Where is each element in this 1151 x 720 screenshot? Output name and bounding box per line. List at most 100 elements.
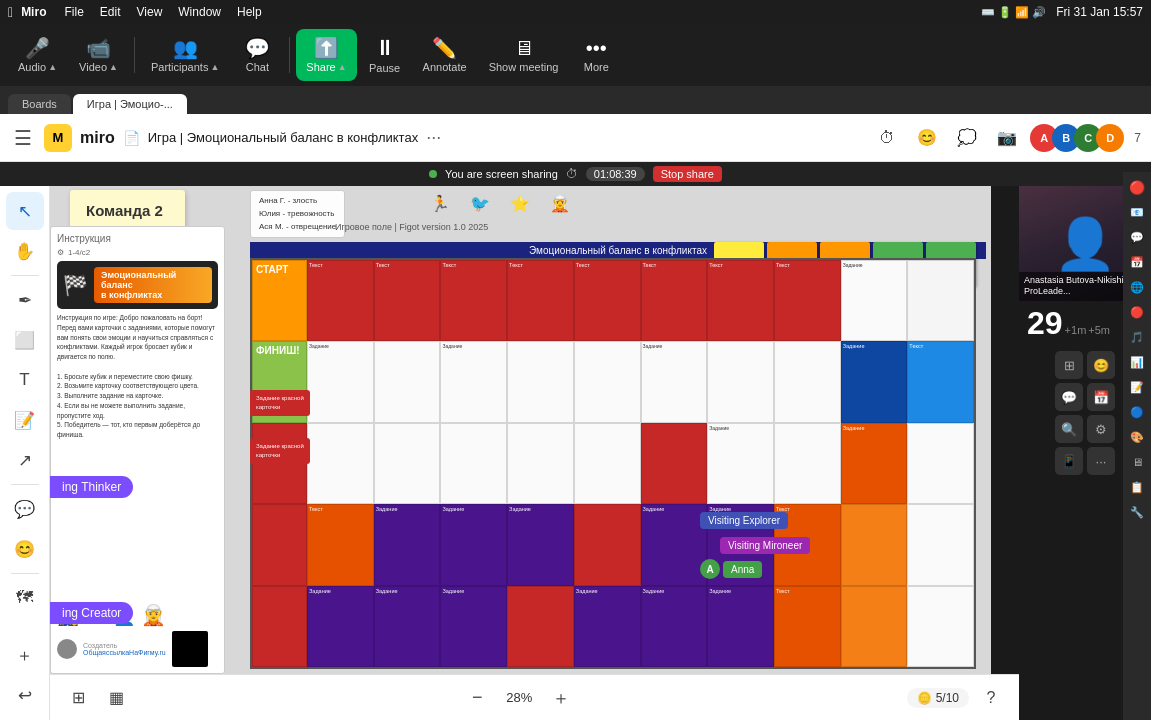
- zoom-out-button[interactable]: −: [461, 682, 493, 714]
- cell-r4-2[interactable]: Задание: [374, 504, 441, 585]
- cell-r1-3[interactable]: Текст: [440, 260, 507, 341]
- cell-r5-3[interactable]: Задание: [440, 586, 507, 667]
- cell-r1-10[interactable]: [907, 260, 974, 341]
- panel-icon-more[interactable]: ···: [1087, 447, 1115, 475]
- red-box-2[interactable]: Задание красной карточки: [250, 438, 310, 464]
- cell-r5-9[interactable]: [841, 586, 908, 667]
- panel-icon-calendar[interactable]: 📅: [1087, 383, 1115, 411]
- edge-app-12[interactable]: 🖥: [1126, 451, 1148, 473]
- cell-r4-10[interactable]: [907, 504, 974, 585]
- cursor-tool[interactable]: ↖: [6, 192, 44, 230]
- cell-r5-1[interactable]: Задание: [307, 586, 374, 667]
- connector-tool[interactable]: ↗: [6, 441, 44, 479]
- edge-app-6[interactable]: 🔴: [1126, 301, 1148, 323]
- cell-r5-10[interactable]: [907, 586, 974, 667]
- zoom-in-button[interactable]: ＋: [545, 682, 577, 714]
- cell-r5-0[interactable]: [252, 586, 307, 667]
- main-canvas[interactable]: ing Thinker ing Creator Команда 2 Инстру…: [50, 186, 991, 674]
- share-button[interactable]: ⬆️ Share ▲: [296, 29, 356, 81]
- pause-button[interactable]: ⏸ Pause: [359, 29, 411, 81]
- cell-r3-10[interactable]: [907, 423, 974, 504]
- app-name[interactable]: Miro: [21, 5, 46, 19]
- cell-r4-4[interactable]: Задание: [507, 504, 574, 585]
- edge-app-1[interactable]: 🔴: [1126, 176, 1148, 198]
- cell-r1-7[interactable]: Текст: [707, 260, 774, 341]
- cell-r5-6[interactable]: Задание: [641, 586, 708, 667]
- panel-icon-settings[interactable]: ⚙: [1087, 415, 1115, 443]
- cell-r3-4[interactable]: [507, 423, 574, 504]
- instruction-url[interactable]: ОбщаяссылкаНаФигму.ru: [83, 649, 166, 656]
- frame-tool[interactable]: ▦: [100, 682, 132, 714]
- game-board[interactable]: СТАРТ Текст Текст Текст Текст Текст Текс…: [250, 258, 976, 669]
- help-button[interactable]: ?: [975, 682, 1007, 714]
- cell-r4-5[interactable]: [574, 504, 641, 585]
- cell-r3-9[interactable]: Задание: [841, 423, 908, 504]
- cell-r3-6[interactable]: [641, 423, 708, 504]
- cell-r1-5[interactable]: Текст: [574, 260, 641, 341]
- annotate-button[interactable]: ✏️ Annotate: [413, 29, 477, 81]
- coins-badge[interactable]: 🪙 5/10: [907, 688, 969, 708]
- team-2-note[interactable]: Команда 2: [70, 190, 185, 231]
- cell-r1-4[interactable]: Текст: [507, 260, 574, 341]
- tab-boards[interactable]: Boards: [8, 94, 71, 114]
- cell-r3-7[interactable]: Задание: [707, 423, 774, 504]
- cell-r2-3[interactable]: Задание: [440, 341, 507, 422]
- panel-icon-emoji[interactable]: 😊: [1087, 351, 1115, 379]
- cell-r4-6[interactable]: Задание: [641, 504, 708, 585]
- panel-icon-apps[interactable]: 📱: [1055, 447, 1083, 475]
- cell-r3-5[interactable]: [574, 423, 641, 504]
- hamburger-icon[interactable]: ☰: [10, 122, 36, 154]
- cell-r5-5[interactable]: Задание: [574, 586, 641, 667]
- chat-button[interactable]: 💬 Chat: [231, 29, 283, 81]
- menu-edit[interactable]: Edit: [94, 5, 127, 19]
- undo-icon[interactable]: ↩: [6, 676, 44, 714]
- cell-r1-6[interactable]: Текст: [641, 260, 708, 341]
- edge-app-11[interactable]: 🎨: [1126, 426, 1148, 448]
- sticky-tool[interactable]: 📝: [6, 401, 44, 439]
- cell-r4-0[interactable]: [252, 504, 307, 585]
- menu-window[interactable]: Window: [172, 5, 227, 19]
- edge-app-10[interactable]: 🔵: [1126, 401, 1148, 423]
- menu-view[interactable]: View: [131, 5, 169, 19]
- align-tool[interactable]: ⊞: [62, 682, 94, 714]
- comment-icon-btn[interactable]: 💭: [950, 121, 984, 155]
- menu-help[interactable]: Help: [231, 5, 268, 19]
- add-tool[interactable]: ＋: [6, 636, 44, 674]
- edge-app-13[interactable]: 📋: [1126, 476, 1148, 498]
- audio-button[interactable]: 🎤 Audio ▲: [8, 29, 67, 81]
- edge-app-14[interactable]: 🔧: [1126, 501, 1148, 523]
- cell-r2-10[interactable]: Текст: [907, 341, 974, 422]
- video-button[interactable]: 📹 Video ▲: [69, 29, 128, 81]
- more-button[interactable]: ••• More: [570, 29, 622, 81]
- edge-app-8[interactable]: 📊: [1126, 351, 1148, 373]
- cell-r5-4[interactable]: [507, 586, 574, 667]
- edge-app-3[interactable]: 💬: [1126, 226, 1148, 248]
- reaction-tool[interactable]: 😊: [6, 530, 44, 568]
- cell-r2-8[interactable]: [774, 341, 841, 422]
- cell-r4-1[interactable]: Текст: [307, 504, 374, 585]
- cell-r2-7[interactable]: [707, 341, 774, 422]
- cell-r5-2[interactable]: Задание: [374, 586, 441, 667]
- red-box-1[interactable]: Задание красной карточки: [250, 390, 310, 416]
- cell-r5-8[interactable]: Текст: [774, 586, 841, 667]
- cell-r1-9[interactable]: Задание: [841, 260, 908, 341]
- shapes-tool[interactable]: ⬜: [6, 321, 44, 359]
- cell-r3-2[interactable]: [374, 423, 441, 504]
- panel-icon-zoom[interactable]: 🔍: [1055, 415, 1083, 443]
- edge-app-2[interactable]: 📧: [1126, 201, 1148, 223]
- apple-menu[interactable]: : [8, 4, 13, 20]
- text-tool[interactable]: T: [6, 361, 44, 399]
- show-meeting-button[interactable]: 🖥 Show meeting: [479, 29, 569, 81]
- panel-icon-grid[interactable]: ⊞: [1055, 351, 1083, 379]
- cell-r4-3[interactable]: Задание: [440, 504, 507, 585]
- cell-r3-8[interactable]: [774, 423, 841, 504]
- edge-app-7[interactable]: 🎵: [1126, 326, 1148, 348]
- cell-r3-1[interactable]: [307, 423, 374, 504]
- edge-app-9[interactable]: 📝: [1126, 376, 1148, 398]
- cell-r2-9[interactable]: Задание: [841, 341, 908, 422]
- board-more-button[interactable]: ···: [426, 127, 441, 148]
- edge-app-4[interactable]: 📅: [1126, 251, 1148, 273]
- cell-r2-1[interactable]: Задание: [307, 341, 374, 422]
- panel-icon-chat[interactable]: 💬: [1055, 383, 1083, 411]
- cell-r1-8[interactable]: Текст: [774, 260, 841, 341]
